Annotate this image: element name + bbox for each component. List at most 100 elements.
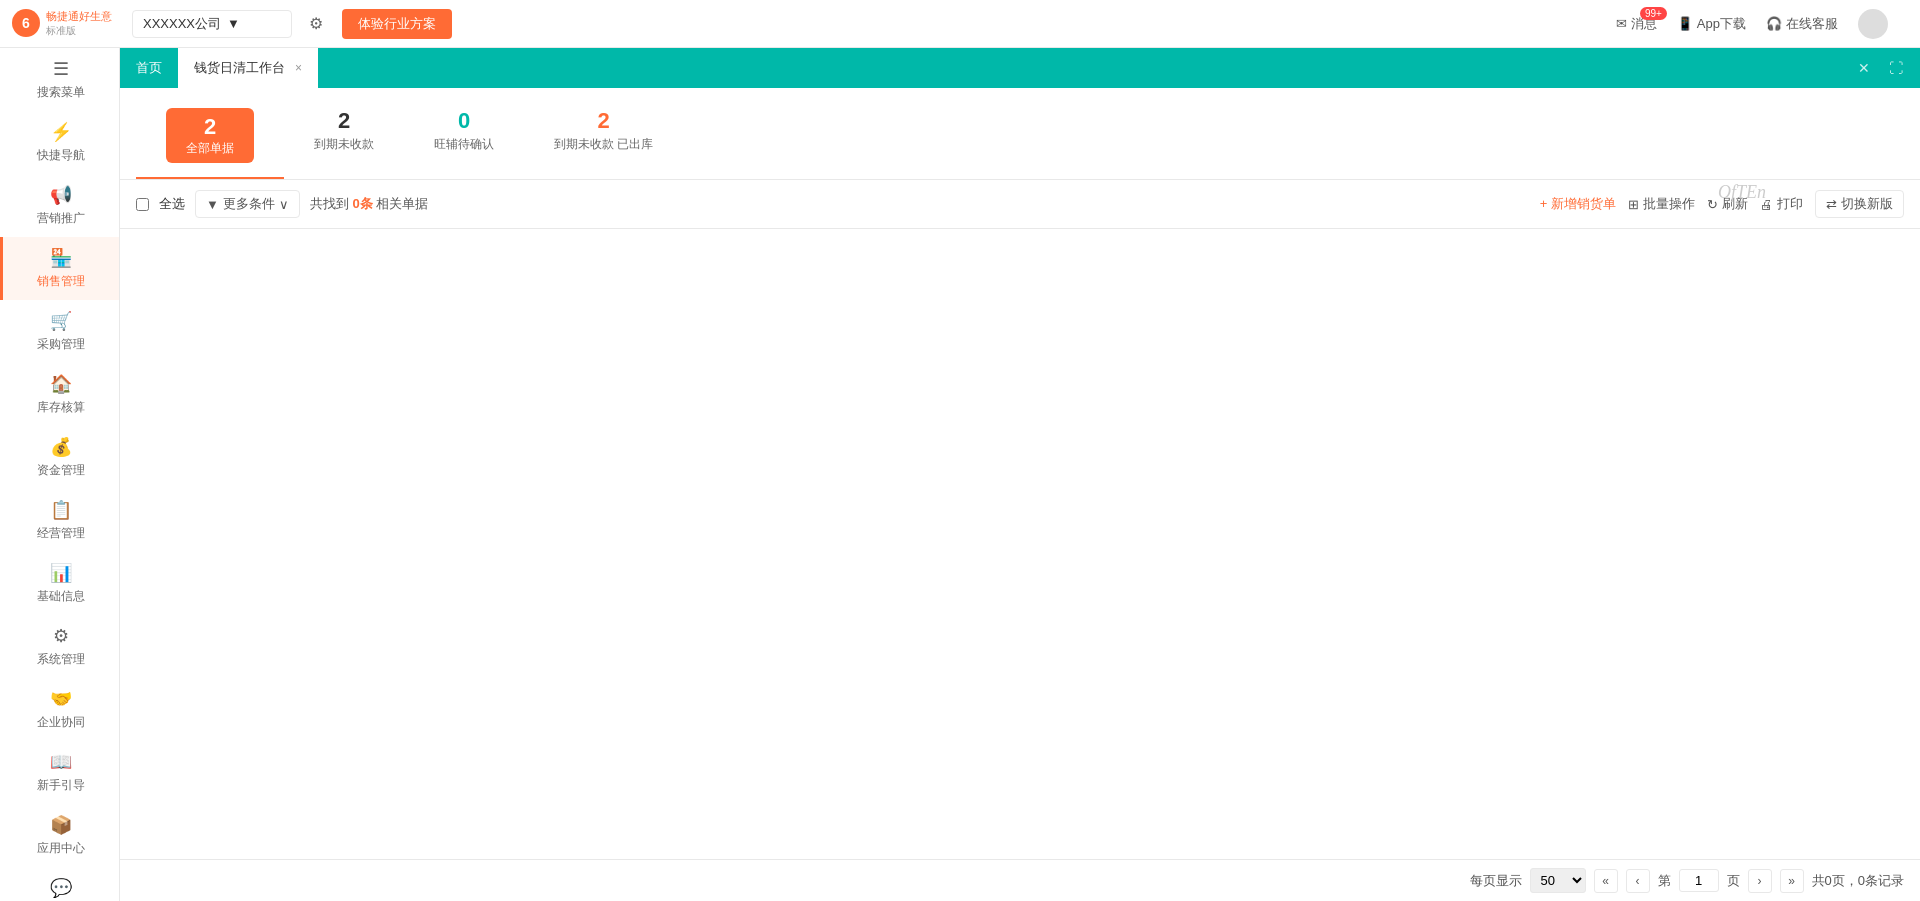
toolbar-right: + 新增销货单 ⊞ 批量操作 ↻ 刷新 🖨 打印 ⇄ bbox=[1540, 190, 1904, 218]
logo-text-area: 畅捷通好生意 标准版 bbox=[46, 9, 112, 37]
window-close-icon[interactable]: ✕ bbox=[1852, 56, 1876, 80]
sidebar-item-basic-info[interactable]: 📊 基础信息 bbox=[0, 552, 119, 615]
window-maximize-icon[interactable]: ⛶ bbox=[1884, 56, 1908, 80]
stat-tab-shipped[interactable]: 2 到期未收款 已出库 bbox=[524, 100, 683, 179]
sidebar-label-app-center: 应用中心 bbox=[37, 840, 85, 857]
stat-label-all: 全部单据 bbox=[186, 140, 234, 157]
table-area bbox=[120, 229, 1920, 859]
first-page-button[interactable]: « bbox=[1594, 869, 1618, 893]
stat-label-shipped: 到期未收款 已出库 bbox=[554, 136, 653, 153]
logo-area: 6 畅捷通好生意 标准版 bbox=[12, 9, 132, 37]
sidebar: ☰ 搜索菜单 ⚡ 快捷导航 📢 营销推广 🏪 销售管理 🛒 采购管理 🏠 库存核… bbox=[0, 48, 120, 901]
company-name: XXXXXX公司 bbox=[143, 15, 221, 33]
stat-tab-all[interactable]: 2 全部单据 bbox=[136, 100, 284, 179]
search-menu-icon: ☰ bbox=[53, 58, 69, 80]
chevron-down-icon: ▼ bbox=[227, 16, 240, 31]
logo-badge: 标准版 bbox=[46, 24, 112, 38]
app-download-icon: 📱 bbox=[1677, 16, 1693, 31]
finance-icon: 💰 bbox=[50, 436, 72, 458]
select-all-label: 全选 bbox=[159, 195, 185, 213]
stat-label-wangpu: 旺辅待确认 bbox=[434, 136, 494, 153]
page-prefix: 第 bbox=[1658, 872, 1671, 890]
app-download-btn[interactable]: 📱 App下载 bbox=[1677, 15, 1746, 33]
sidebar-label-quick-nav: 快捷导航 bbox=[37, 147, 85, 164]
inventory-icon: 🏠 bbox=[50, 373, 72, 395]
app-center-icon: 📦 bbox=[50, 814, 72, 836]
per-page-label: 每页显示 bbox=[1470, 872, 1522, 890]
sidebar-item-sales[interactable]: 🏪 销售管理 bbox=[0, 237, 119, 300]
sidebar-item-marketing[interactable]: 📢 营销推广 bbox=[0, 174, 119, 237]
collaboration-icon: 🤝 bbox=[50, 688, 72, 710]
headset-icon: 🎧 bbox=[1766, 16, 1782, 31]
print-button[interactable]: 🖨 打印 bbox=[1760, 195, 1803, 213]
message-badge: 99+ bbox=[1640, 7, 1667, 20]
refresh-button[interactable]: ↻ 刷新 bbox=[1707, 195, 1748, 213]
message-icon: ✉ bbox=[1616, 16, 1627, 31]
tab-home[interactable]: 首页 bbox=[120, 48, 178, 88]
operations-icon: 📋 bbox=[50, 499, 72, 521]
sidebar-item-guide[interactable]: 📖 新手引导 bbox=[0, 741, 119, 804]
filter-icon: ▼ bbox=[206, 197, 219, 212]
batch-operation-button[interactable]: ⊞ 批量操作 bbox=[1628, 195, 1695, 213]
sidebar-item-finance[interactable]: 💰 资金管理 bbox=[0, 426, 119, 489]
sidebar-label-system: 系统管理 bbox=[37, 651, 85, 668]
last-page-button[interactable]: » bbox=[1780, 869, 1804, 893]
settings-icon[interactable]: ⚙ bbox=[300, 8, 332, 40]
next-page-button[interactable]: › bbox=[1748, 869, 1772, 893]
sidebar-label-search: 搜索菜单 bbox=[37, 84, 85, 101]
stat-label-overdue: 到期未收款 bbox=[314, 136, 374, 153]
app-body: ☰ 搜索菜单 ⚡ 快捷导航 📢 营销推广 🏪 销售管理 🛒 采购管理 🏠 库存核… bbox=[0, 48, 1920, 901]
sidebar-label-basic-info: 基础信息 bbox=[37, 588, 85, 605]
total-records: 共0页，0条记录 bbox=[1812, 872, 1904, 890]
filter-label: 更多条件 bbox=[223, 195, 275, 213]
sidebar-label-finance: 资金管理 bbox=[37, 462, 85, 479]
tab-close-icon[interactable]: × bbox=[295, 61, 302, 75]
stat-tab-wangpu[interactable]: 0 旺辅待确认 bbox=[404, 100, 524, 179]
select-all-checkbox[interactable] bbox=[136, 198, 149, 211]
marketing-icon: 📢 bbox=[50, 184, 72, 206]
company-selector[interactable]: XXXXXX公司 ▼ bbox=[132, 10, 292, 38]
sidebar-item-operations[interactable]: 📋 经营管理 bbox=[0, 489, 119, 552]
avatar[interactable] bbox=[1858, 9, 1888, 39]
page-unit: 页 bbox=[1727, 872, 1740, 890]
top-header: 6 畅捷通好生意 标准版 XXXXXX公司 ▼ ⚙ 体验行业方案 ✉ 消息 99… bbox=[0, 0, 1920, 48]
filter-button[interactable]: ▼ 更多条件 ∨ bbox=[195, 190, 300, 218]
guide-icon: 📖 bbox=[50, 751, 72, 773]
content-area: 2 全部单据 2 到期未收款 0 旺辅待确认 2 到期未收款 已出库 bbox=[120, 88, 1920, 901]
header-right: ✉ 消息 99+ 📱 App下载 🎧 在线客服 bbox=[1616, 9, 1908, 39]
basic-info-icon: 📊 bbox=[50, 562, 72, 584]
add-sale-order-button[interactable]: + 新增销货单 bbox=[1540, 195, 1616, 213]
filter-chevron-icon: ∨ bbox=[279, 197, 289, 212]
purchase-icon: 🛒 bbox=[50, 310, 72, 332]
page-size-select[interactable]: 50 20 100 bbox=[1530, 868, 1586, 893]
sidebar-item-system[interactable]: ⚙ 系统管理 bbox=[0, 615, 119, 678]
sidebar-item-search[interactable]: ☰ 搜索菜单 bbox=[0, 48, 119, 111]
sidebar-item-app-center[interactable]: 📦 应用中心 bbox=[0, 804, 119, 867]
stat-number-all: 2 bbox=[204, 114, 216, 140]
page-input[interactable] bbox=[1679, 869, 1719, 892]
quick-nav-icon: ⚡ bbox=[50, 121, 72, 143]
trial-button[interactable]: 体验行业方案 bbox=[342, 9, 452, 39]
tab-current[interactable]: 钱货日清工作台 × bbox=[178, 48, 318, 88]
prev-page-button[interactable]: ‹ bbox=[1626, 869, 1650, 893]
message-btn[interactable]: ✉ 消息 99+ bbox=[1616, 15, 1657, 33]
sales-icon: 🏪 bbox=[50, 247, 72, 269]
sidebar-item-purchase[interactable]: 🛒 采购管理 bbox=[0, 300, 119, 363]
batch-icon: ⊞ bbox=[1628, 197, 1639, 212]
system-icon: ⚙ bbox=[53, 625, 69, 647]
sidebar-item-enterprise-wechat[interactable]: 💬 企业微信 bbox=[0, 867, 119, 901]
tab-current-label: 钱货日清工作台 bbox=[194, 59, 285, 77]
found-text: 共找到 0条 相关单据 bbox=[310, 195, 428, 213]
pagination-bar: 每页显示 50 20 100 « ‹ 第 页 › » 共0页，0条记录 bbox=[120, 859, 1920, 901]
sidebar-item-collaboration[interactable]: 🤝 企业协同 bbox=[0, 678, 119, 741]
sidebar-item-inventory[interactable]: 🏠 库存核算 bbox=[0, 363, 119, 426]
main-content: 首页 钱货日清工作台 × ✕ ⛶ 2 全部单据 bbox=[120, 48, 1920, 901]
stat-tab-overdue[interactable]: 2 到期未收款 bbox=[284, 100, 404, 179]
sidebar-label-collaboration: 企业协同 bbox=[37, 714, 85, 731]
switch-version-button[interactable]: ⇄ 切换新版 bbox=[1815, 190, 1904, 218]
print-icon: 🖨 bbox=[1760, 197, 1773, 212]
stat-number-wangpu: 0 bbox=[458, 108, 470, 134]
sidebar-item-quick-nav[interactable]: ⚡ 快捷导航 bbox=[0, 111, 119, 174]
found-count: 0条 bbox=[353, 196, 373, 211]
online-service-btn[interactable]: 🎧 在线客服 bbox=[1766, 15, 1838, 33]
